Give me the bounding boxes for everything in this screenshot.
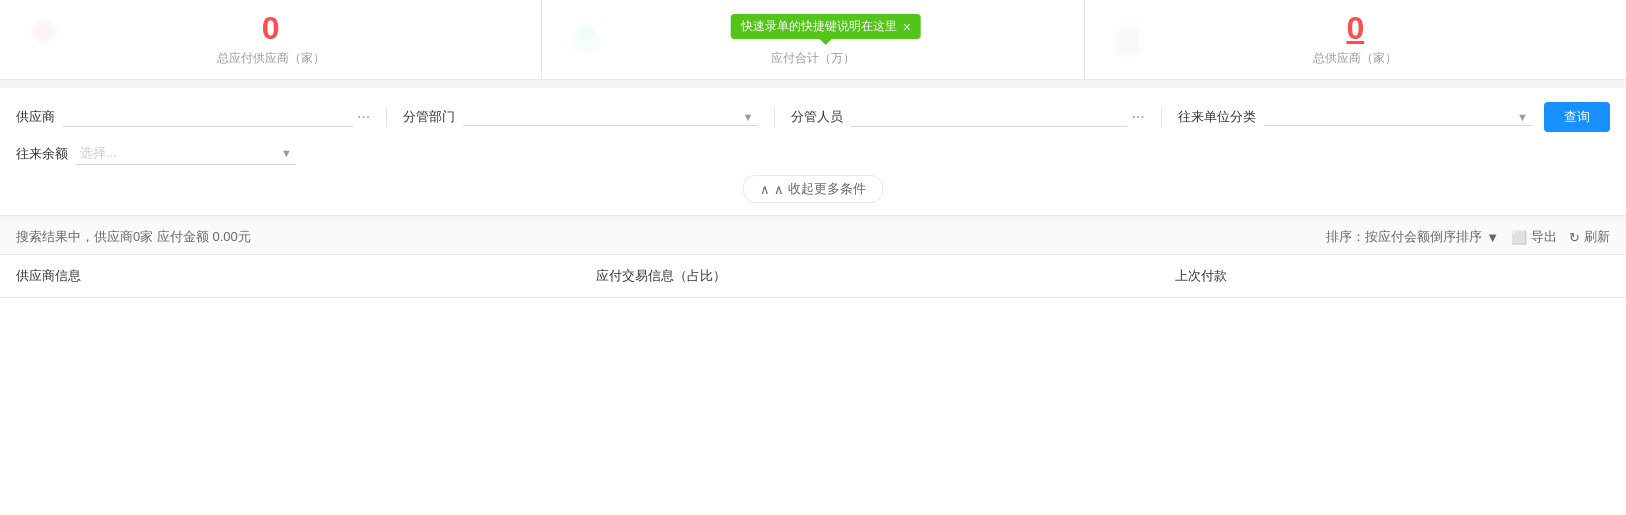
dept-select[interactable]: ▼	[463, 109, 757, 126]
balance-select-text: 选择...	[80, 144, 117, 162]
person-input[interactable]	[851, 107, 1128, 127]
results-summary: 搜索结果中，供应商0家 应付金额 0.00元	[16, 228, 251, 246]
svg-point-6	[589, 40, 594, 43]
collapse-row: ∧ ∧ 收起更多条件	[16, 175, 1610, 203]
search-button[interactable]: 查询	[1544, 102, 1610, 132]
filter-unit-category: 往来单位分类 ▼	[1178, 108, 1532, 126]
stat-label-payable-total: 应付合计（万）	[771, 50, 855, 67]
dept-chevron-icon: ▼	[743, 111, 754, 123]
supplier-label: 供应商	[16, 108, 55, 126]
table-header: 供应商信息 应付交易信息（占比） 上次付款	[0, 255, 1626, 298]
tooltip-container: 快速录单的快捷键说明在这里 ×	[794, 6, 858, 28]
export-label: 导出	[1531, 228, 1557, 246]
svg-rect-12	[1129, 33, 1132, 36]
balance-chevron-icon: ▼	[281, 147, 292, 159]
sort-chevron-icon: ▼	[1486, 230, 1499, 245]
supplier-more-icon[interactable]: ···	[357, 108, 370, 126]
export-icon: ⬜	[1511, 230, 1527, 245]
collapse-button[interactable]: ∧ ∧ 收起更多条件	[743, 175, 883, 203]
svg-rect-9	[1122, 27, 1125, 30]
collapse-label: 收起更多条件	[788, 180, 866, 198]
divider-1	[386, 107, 387, 127]
svg-point-4	[588, 24, 596, 32]
person-more-icon[interactable]: ···	[1131, 108, 1144, 126]
col-header-last-payment: 上次付款	[1175, 267, 1610, 285]
filter-balance: 往来余额 选择... ▼	[16, 142, 296, 165]
unit-category-label: 往来单位分类	[1178, 108, 1256, 126]
results-actions: 排序：按应付会额倒序排序 ▼ ⬜ 导出 ↻ 刷新	[1326, 228, 1610, 246]
filter-row-2: 往来余额 选择... ▼	[16, 142, 1610, 165]
stats-bar: 0 总应付供应商（家） 快速录单的快捷键说明在这里 × 0.00	[0, 0, 1626, 80]
balance-label: 往来余额	[16, 145, 68, 163]
svg-point-5	[579, 40, 584, 43]
refresh-button[interactable]: ↻ 刷新	[1569, 228, 1610, 246]
unit-category-select[interactable]: ▼	[1264, 109, 1532, 126]
col-header-transaction-info: 应付交易信息（占比）	[596, 267, 1176, 285]
filter-section: 供应商 ··· 分管部门 ▼ 分管人员 ··· 往来单位分类 ▼	[0, 88, 1626, 216]
refresh-icon: ↻	[1569, 230, 1580, 245]
filter-supplier: 供应商 ···	[16, 107, 370, 127]
pig-icon	[562, 14, 610, 65]
collapse-up-icon: ∧ ∧	[760, 182, 784, 197]
results-bar: 搜索结果中，供应商0家 应付金额 0.00元 排序：按应付会额倒序排序 ▼ ⬜ …	[0, 220, 1626, 255]
table-body	[0, 298, 1626, 515]
stat-label-total-suppliers: 总供应商（家）	[1313, 50, 1397, 67]
tooltip-close-btn[interactable]: ×	[903, 19, 911, 35]
filter-dept: 分管部门 ▼	[403, 108, 757, 126]
diamond-icon	[20, 14, 68, 65]
person-label: 分管人员	[791, 108, 843, 126]
filter-person: 分管人员 ···	[791, 107, 1145, 127]
stat-total-suppliers: 0 总供应商（家）	[1085, 0, 1626, 79]
divider-3	[1161, 107, 1162, 127]
balance-select[interactable]: 选择... ▼	[76, 142, 296, 165]
tooltip-text: 快速录单的快捷键说明在这里	[741, 18, 897, 35]
stat-total-payable-suppliers: 0 总应付供应商（家）	[0, 0, 542, 79]
unit-category-chevron-icon: ▼	[1517, 111, 1528, 123]
svg-rect-10	[1129, 27, 1132, 30]
building-icon	[1105, 14, 1153, 65]
sort-label: 排序：按应付会额倒序排序	[1326, 228, 1482, 246]
stat-number-payable-suppliers: 0	[262, 12, 280, 44]
divider-2	[774, 107, 775, 127]
dept-label: 分管部门	[403, 108, 455, 126]
sort-select[interactable]: 排序：按应付会额倒序排序 ▼	[1326, 228, 1499, 246]
export-button[interactable]: ⬜ 导出	[1511, 228, 1557, 246]
refresh-label: 刷新	[1584, 228, 1610, 246]
stat-number-total-suppliers: 0	[1346, 12, 1364, 44]
col-header-supplier-info: 供应商信息	[16, 267, 596, 285]
table-container: 供应商信息 应付交易信息（占比） 上次付款	[0, 255, 1626, 515]
shortcut-tooltip: 快速录单的快捷键说明在这里 ×	[731, 14, 921, 39]
stat-payable-total: 快速录单的快捷键说明在这里 × 0.00 应付合计（万）	[542, 0, 1084, 79]
supplier-input[interactable]	[63, 107, 353, 127]
svg-rect-11	[1122, 33, 1125, 36]
stat-label-payable-suppliers: 总应付供应商（家）	[217, 50, 325, 67]
filter-row-1: 供应商 ··· 分管部门 ▼ 分管人员 ··· 往来单位分类 ▼	[16, 102, 1610, 132]
